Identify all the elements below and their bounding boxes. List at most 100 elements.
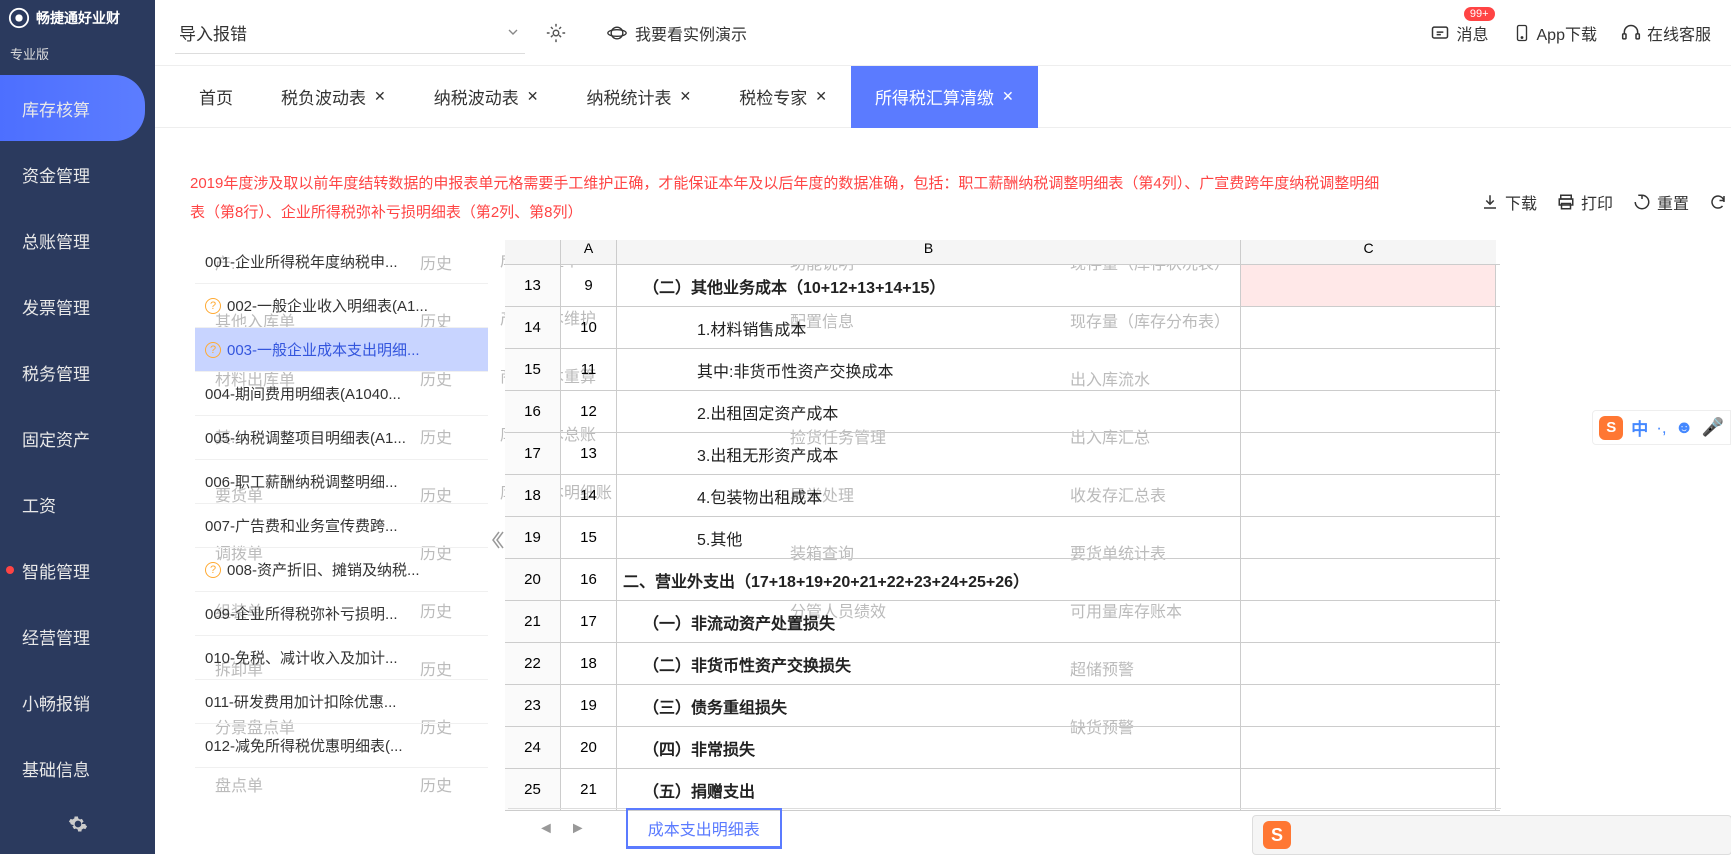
sheet-prev-icon[interactable]: ◄ [538, 820, 554, 838]
sidebar-item-0[interactable]: 库存核算 [0, 75, 145, 141]
refresh-button[interactable] [1709, 193, 1727, 211]
report-item-5[interactable]: 006-职工薪酬纳税调整明细... [195, 460, 488, 504]
row-number[interactable]: 24 [505, 727, 561, 768]
cell-c[interactable] [1241, 517, 1496, 558]
row-number[interactable]: 14 [505, 307, 561, 348]
report-item-9[interactable]: 010-免税、减计收入及加计... [195, 636, 488, 680]
cell-a[interactable]: 15 [561, 517, 617, 558]
row-number[interactable]: 20 [505, 559, 561, 600]
close-icon[interactable]: ✕ [374, 88, 386, 105]
cell-a[interactable]: 21 [561, 769, 617, 810]
tab-1[interactable]: 税负波动表✕ [257, 66, 410, 128]
close-icon[interactable]: ✕ [679, 88, 691, 105]
sidebar-item-6[interactable]: 工资 [0, 471, 155, 537]
cell-c[interactable] [1241, 307, 1496, 348]
cell-c[interactable] [1241, 433, 1496, 474]
cell-a[interactable]: 14 [561, 475, 617, 516]
cell-c[interactable] [1241, 265, 1496, 306]
report-item-8[interactable]: 009-企业所得税弥补亏损明... [195, 592, 488, 636]
col-header-c[interactable]: C [1241, 240, 1496, 264]
cell-c[interactable] [1241, 475, 1496, 516]
tab-3[interactable]: 纳税统计表✕ [562, 66, 715, 128]
cell-a[interactable]: 13 [561, 433, 617, 474]
report-item-6[interactable]: 007-广告费和业务宣传费跨... [195, 504, 488, 548]
report-item-0[interactable]: 001-企业所得税年度纳税申... [195, 240, 488, 284]
sidebar-item-5[interactable]: 固定资产 [0, 405, 155, 471]
report-item-3[interactable]: 004-期间费用明细表(A1040... [195, 372, 488, 416]
online-service-button[interactable]: 在线客服 [1621, 21, 1711, 45]
sidebar-item-9[interactable]: 小畅报销 [0, 669, 155, 735]
collapse-handle-icon[interactable] [490, 530, 504, 550]
cell-c[interactable] [1241, 391, 1496, 432]
sheet-next-icon[interactable]: ► [570, 820, 586, 838]
cell-b[interactable]: 5.其他 [617, 517, 1241, 558]
row-number[interactable]: 13 [505, 265, 561, 306]
print-button[interactable]: 打印 [1557, 190, 1613, 214]
cell-b[interactable]: （五）捐赠支出 [617, 769, 1241, 810]
report-item-10[interactable]: 011-研发费用加计扣除优惠... [195, 680, 488, 724]
ime-side-widget[interactable]: S 中 ·, ☻ 🎤 [1592, 410, 1731, 445]
reset-button[interactable]: 重置 [1633, 190, 1689, 214]
cell-b[interactable]: 二、营业外支出（17+18+19+20+21+22+23+24+25+26） [617, 559, 1241, 600]
cell-b[interactable]: 2.出租固定资产成本 [617, 391, 1241, 432]
ime-mode[interactable]: 中 [1631, 415, 1648, 440]
cell-a[interactable]: 9 [561, 265, 617, 306]
report-item-1[interactable]: ?002-一般企业收入明细表(A1... [195, 284, 488, 328]
cell-c[interactable] [1241, 349, 1496, 390]
report-item-11[interactable]: 012-减免所得税优惠明细表(... [195, 724, 488, 768]
sidebar-item-2[interactable]: 总账管理 [0, 207, 155, 273]
tab-5[interactable]: 所得税汇算清缴✕ [851, 66, 1038, 128]
ime-toolbar[interactable]: S [1252, 815, 1731, 855]
cell-a[interactable]: 20 [561, 727, 617, 768]
row-number[interactable]: 23 [505, 685, 561, 726]
messages-button[interactable]: 消息 99+ [1430, 21, 1488, 45]
gear-icon[interactable] [545, 22, 567, 44]
close-icon[interactable]: ✕ [527, 88, 539, 105]
cell-b[interactable]: 1.材料销售成本 [617, 307, 1241, 348]
cell-c[interactable] [1241, 685, 1496, 726]
cell-b[interactable]: （四）非常损失 [617, 727, 1241, 768]
cell-a[interactable]: 18 [561, 643, 617, 684]
cell-b[interactable]: （二）非货币性资产交换损失 [617, 643, 1241, 684]
cell-a[interactable]: 19 [561, 685, 617, 726]
ime-punct[interactable]: ·, [1656, 418, 1666, 438]
cell-c[interactable] [1241, 769, 1496, 810]
row-number[interactable]: 25 [505, 769, 561, 810]
download-button[interactable]: 下载 [1481, 190, 1537, 214]
row-number[interactable]: 19 [505, 517, 561, 558]
settings-icon[interactable] [68, 814, 88, 834]
corner-cell[interactable] [505, 240, 561, 264]
sidebar-item-1[interactable]: 资金管理 [0, 141, 155, 207]
ime-face-icon[interactable]: ☻ [1675, 417, 1694, 438]
row-number[interactable]: 22 [505, 643, 561, 684]
sidebar-item-7[interactable]: 智能管理 [0, 537, 155, 603]
tab-0[interactable]: 首页 [175, 66, 257, 128]
cell-c[interactable] [1241, 601, 1496, 642]
sidebar-item-4[interactable]: 税务管理 [0, 339, 155, 405]
sheet-tab-active[interactable]: 成本支出明细表 [626, 808, 782, 849]
row-number[interactable]: 21 [505, 601, 561, 642]
cell-c[interactable] [1241, 559, 1496, 600]
cell-a[interactable]: 12 [561, 391, 617, 432]
cell-a[interactable]: 11 [561, 349, 617, 390]
app-download-button[interactable]: App下载 [1513, 21, 1597, 45]
close-icon[interactable]: ✕ [815, 88, 827, 105]
cell-c[interactable] [1241, 643, 1496, 684]
sidebar-item-8[interactable]: 经营管理 [0, 603, 155, 669]
row-number[interactable]: 17 [505, 433, 561, 474]
cell-b[interactable]: （一）非流动资产处置损失 [617, 601, 1241, 642]
close-icon[interactable]: ✕ [1002, 88, 1014, 105]
cell-b[interactable]: （二）其他业务成本（10+12+13+14+15） [617, 265, 1241, 306]
tab-2[interactable]: 纳税波动表✕ [410, 66, 563, 128]
cell-b[interactable]: 4.包装物出租成本 [617, 475, 1241, 516]
col-header-b[interactable]: B [617, 240, 1241, 264]
col-header-a[interactable]: A [561, 240, 617, 264]
ime-mic-icon[interactable]: 🎤 [1702, 417, 1724, 438]
tab-4[interactable]: 税检专家✕ [715, 66, 851, 128]
cell-b[interactable]: （三）债务重组损失 [617, 685, 1241, 726]
cell-b[interactable]: 3.出租无形资产成本 [617, 433, 1241, 474]
cell-a[interactable]: 17 [561, 601, 617, 642]
cell-a[interactable]: 10 [561, 307, 617, 348]
sidebar-item-10[interactable]: 基础信息 [0, 735, 155, 801]
sidebar-item-3[interactable]: 发票管理 [0, 273, 155, 339]
